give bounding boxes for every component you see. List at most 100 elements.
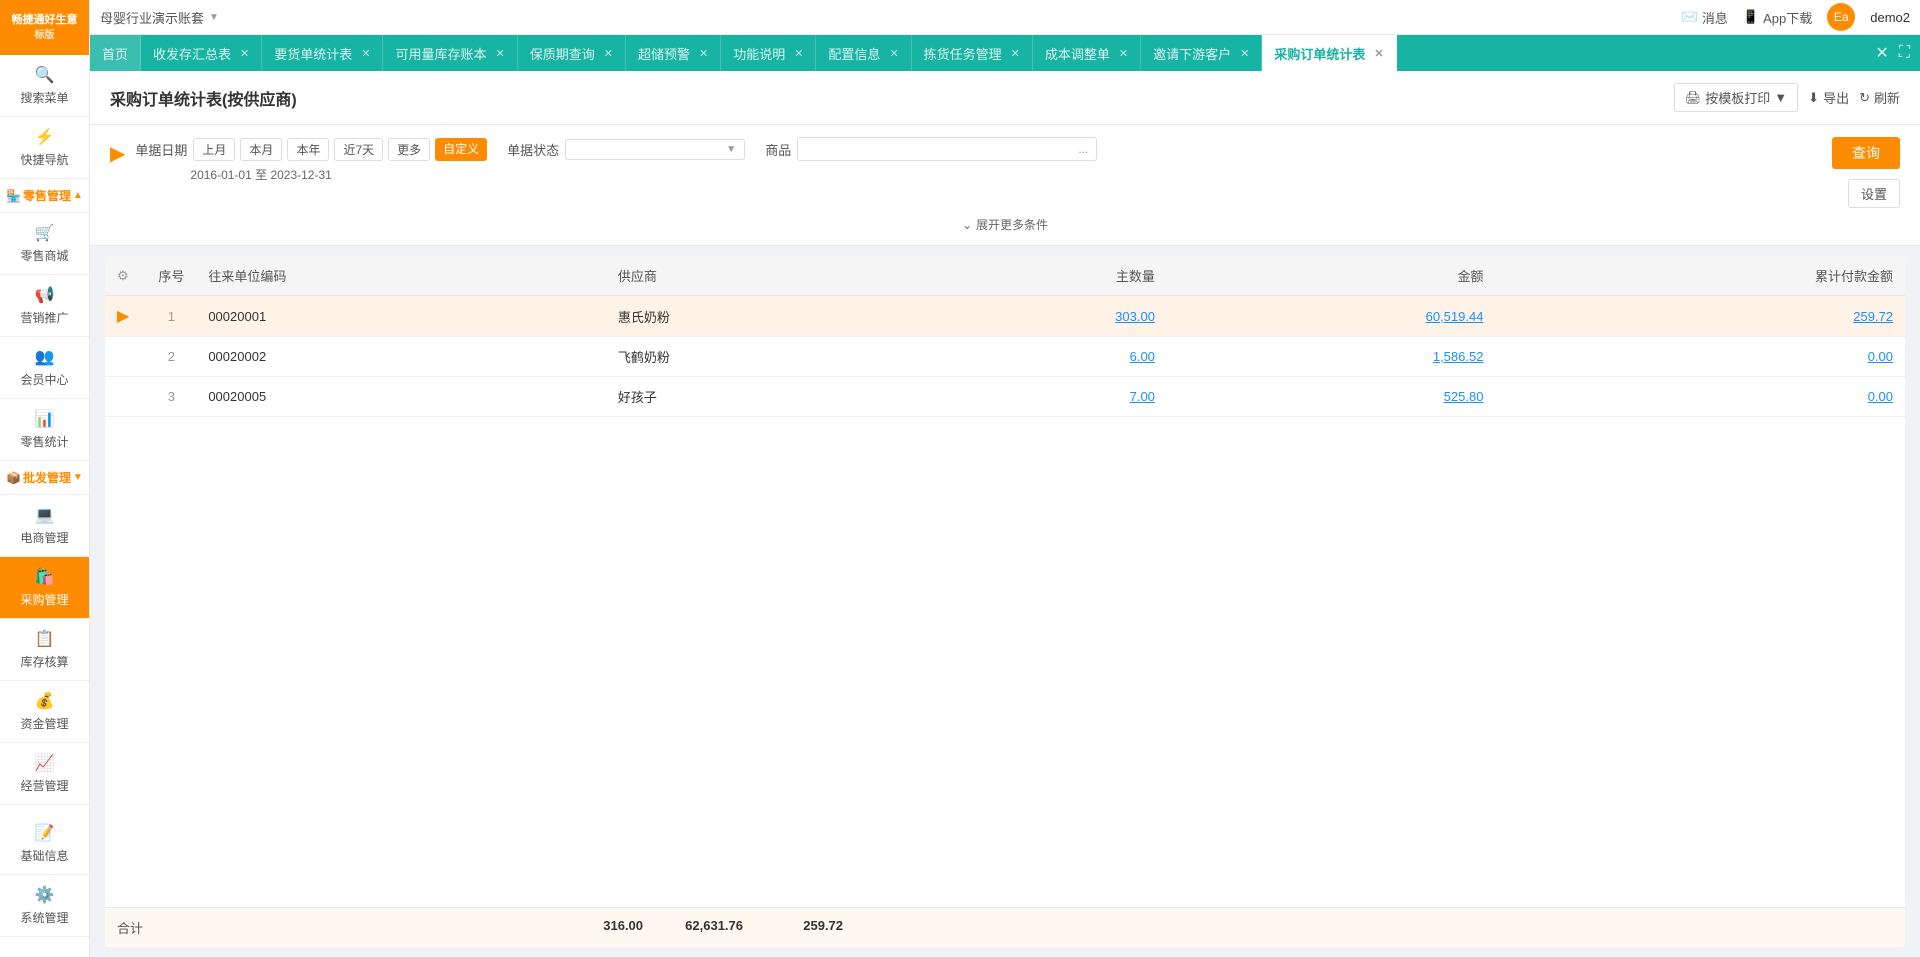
basic-icon: 📝 — [35, 823, 55, 843]
goods-select[interactable]: ... — [797, 137, 1097, 161]
sidebar-item-wholesale[interactable]: 📦 批发管理 ▼ — [0, 461, 90, 495]
tab-overstock-close[interactable]: ✕ — [699, 47, 708, 60]
data-table: ⚙ 序号 往来单位编码 供应商 — [105, 256, 1905, 417]
col-quantity: 主数量 — [911, 256, 1167, 296]
sidebar-item-finance[interactable]: 💰 资金管理 — [0, 681, 90, 743]
row1-quantity[interactable]: 303.00 — [911, 296, 1167, 337]
date-custom-tag[interactable]: 自定义 — [435, 138, 487, 161]
col-num: 序号 — [146, 256, 196, 296]
date-quick-btns: 上月 本月 本年 近7天 更多 自定义 — [193, 138, 487, 161]
date-btn-this-year[interactable]: 本年 — [287, 138, 329, 161]
workspace-selector[interactable]: 母婴行业演示账套 ▼ — [100, 8, 219, 27]
row3-expand[interactable] — [105, 377, 146, 417]
workspace-arrow: ▼ — [209, 12, 219, 23]
print-button[interactable]: 🖨 按模板打印 ▼ — [1674, 83, 1798, 112]
date-range-display: 2016-01-01 至 2023-12-31 — [135, 166, 1807, 183]
table-footer: 合计 316.00 62,631.76 259.72 — [105, 907, 1905, 947]
tab-cost-adjust-close[interactable]: ✕ — [1119, 47, 1128, 60]
row2-amount[interactable]: 1,586.52 — [1167, 337, 1496, 377]
tab-home[interactable]: 首页 — [90, 35, 141, 71]
tab-purchase-stats-label: 采购订单统计表 — [1274, 44, 1365, 63]
page-actions: 🖨 按模板打印 ▼ ⬇ 导出 ↻ 刷新 — [1674, 83, 1900, 112]
sidebar-item-ecommerce[interactable]: 💻 电商管理 — [0, 495, 90, 557]
date-btn-last-month[interactable]: 上月 — [193, 138, 235, 161]
sidebar-item-marketing[interactable]: 📢 营销推广 — [0, 275, 90, 337]
tab-available-stock-close[interactable]: ✕ — [496, 47, 505, 60]
message-btn[interactable]: ✉️ 消息 — [1682, 8, 1728, 27]
chevron-down-icon-3: ⌄ — [962, 218, 972, 232]
avatar[interactable]: Ea — [1827, 3, 1855, 31]
app-download-btn[interactable]: 📱 App下载 — [1743, 8, 1812, 27]
retail-icon: 🏪 — [6, 189, 21, 203]
tab-cost-adjust[interactable]: 成本调整单 ✕ — [1033, 35, 1141, 71]
tab-invite-downstream[interactable]: 邀请下游客户 ✕ — [1141, 35, 1262, 71]
sidebar-item-retail[interactable]: 🏪 零售管理 ▲ — [0, 179, 90, 213]
date-btn-last-7days[interactable]: 近7天 — [334, 138, 383, 161]
row2-expand[interactable] — [105, 337, 146, 377]
row1-amount[interactable]: 60,519.44 — [1167, 296, 1496, 337]
tab-cost-adjust-label: 成本调整单 — [1045, 44, 1110, 63]
tab-pick-task-close[interactable]: ✕ — [1011, 47, 1020, 60]
row1-expand[interactable]: ▶ — [105, 296, 146, 337]
sidebar-item-search[interactable]: 🔍 搜索菜单 — [0, 55, 90, 117]
tab-available-stock[interactable]: 可用量库存账本 ✕ — [383, 35, 517, 71]
tab-expiry-query-label: 保质期查询 — [530, 44, 595, 63]
sidebar-item-enterprise[interactable]: 🤝 企业协同 — [0, 945, 90, 957]
tab-purchase-stats-close[interactable]: ✕ — [1374, 47, 1383, 60]
row3-paid[interactable]: 0.00 — [1495, 377, 1905, 417]
row3-amount[interactable]: 525.80 — [1167, 377, 1496, 417]
print-arrow-icon: ▼ — [1774, 90, 1787, 105]
tab-goods-stats[interactable]: 要货单统计表 ✕ — [262, 35, 383, 71]
row3-num: 3 — [146, 377, 196, 417]
table-area: ⚙ 序号 往来单位编码 供应商 — [105, 256, 1905, 947]
expand-conditions-btn[interactable]: ⌄ 展开更多条件 — [962, 216, 1048, 233]
tab-overstock[interactable]: 超储预警 ✕ — [626, 35, 721, 71]
logo: 畅捷通好生意标版 — [0, 0, 90, 55]
tab-function-desc[interactable]: 功能说明 ✕ — [721, 35, 816, 71]
sidebar-item-stock[interactable]: 📋 库存核算 — [0, 619, 90, 681]
row2-quantity[interactable]: 6.00 — [911, 337, 1167, 377]
date-btn-more[interactable]: 更多 — [388, 138, 430, 161]
date-btn-this-month[interactable]: 本月 — [240, 138, 282, 161]
footer-quantity: 316.00 — [563, 918, 643, 937]
col-settings[interactable]: ⚙ — [105, 256, 146, 296]
row2-supplier: 飞鹤奶粉 — [606, 337, 911, 377]
sidebar-item-retail-stats[interactable]: 📊 零售统计 — [0, 399, 90, 461]
tab-collect-send-close[interactable]: ✕ — [240, 47, 249, 60]
tab-maximize-btn[interactable]: ⛶ — [1899, 44, 1910, 62]
tab-bar: 首页 收发存汇总表 ✕ 要货单统计表 ✕ 可用量库存账本 ✕ 保质期查询 ✕ 超… — [90, 35, 1920, 71]
status-select[interactable]: ▼ — [565, 139, 745, 160]
refresh-icon: ↻ — [1859, 90, 1870, 106]
tab-expiry-query-close[interactable]: ✕ — [604, 47, 613, 60]
tab-purchase-stats[interactable]: 采购订单统计表 ✕ — [1262, 35, 1396, 71]
settings-button[interactable]: 设置 — [1848, 179, 1900, 208]
query-button[interactable]: 查询 — [1832, 137, 1900, 169]
tab-collect-send[interactable]: 收发存汇总表 ✕ — [141, 35, 262, 71]
refresh-button[interactable]: ↻ 刷新 — [1859, 88, 1900, 107]
sidebar-item-quick-nav[interactable]: ⚡ 快捷导航 — [0, 117, 90, 179]
sidebar-item-retail-mall[interactable]: 🛒 零售商城 — [0, 213, 90, 275]
tab-close-btn[interactable]: ✕ — [1875, 43, 1888, 63]
tab-pick-task[interactable]: 拣货任务管理 ✕ — [912, 35, 1033, 71]
tab-goods-stats-close[interactable]: ✕ — [361, 47, 370, 60]
sidebar-item-system[interactable]: ⚙️ 系统管理 — [0, 875, 90, 937]
tab-config-info[interactable]: 配置信息 ✕ — [816, 35, 911, 71]
row2-paid[interactable]: 0.00 — [1495, 337, 1905, 377]
filter-collapse-btn[interactable]: ▶ — [110, 141, 125, 166]
search-icon: 🔍 — [35, 65, 55, 85]
export-button[interactable]: ⬇ 导出 — [1808, 88, 1849, 107]
tab-invite-downstream-close[interactable]: ✕ — [1240, 47, 1249, 60]
sidebar-item-purchase[interactable]: 🛍️ 采购管理 — [0, 557, 90, 619]
workspace-label: 母婴行业演示账套 — [100, 8, 204, 27]
system-icon: ⚙️ — [35, 885, 55, 905]
retail-mall-icon: 🛒 — [35, 223, 55, 243]
tab-expiry-query[interactable]: 保质期查询 ✕ — [518, 35, 626, 71]
sidebar-item-member[interactable]: 👥 会员中心 — [0, 337, 90, 399]
row1-paid[interactable]: 259.72 — [1495, 296, 1905, 337]
sidebar-item-basic[interactable]: 📝 基础信息 — [0, 813, 90, 875]
tab-config-info-close[interactable]: ✕ — [889, 47, 898, 60]
row3-quantity[interactable]: 7.00 — [911, 377, 1167, 417]
sidebar-item-operation[interactable]: 📈 经营管理 — [0, 743, 90, 805]
operation-icon: 📈 — [35, 753, 55, 773]
tab-function-desc-close[interactable]: ✕ — [794, 47, 803, 60]
